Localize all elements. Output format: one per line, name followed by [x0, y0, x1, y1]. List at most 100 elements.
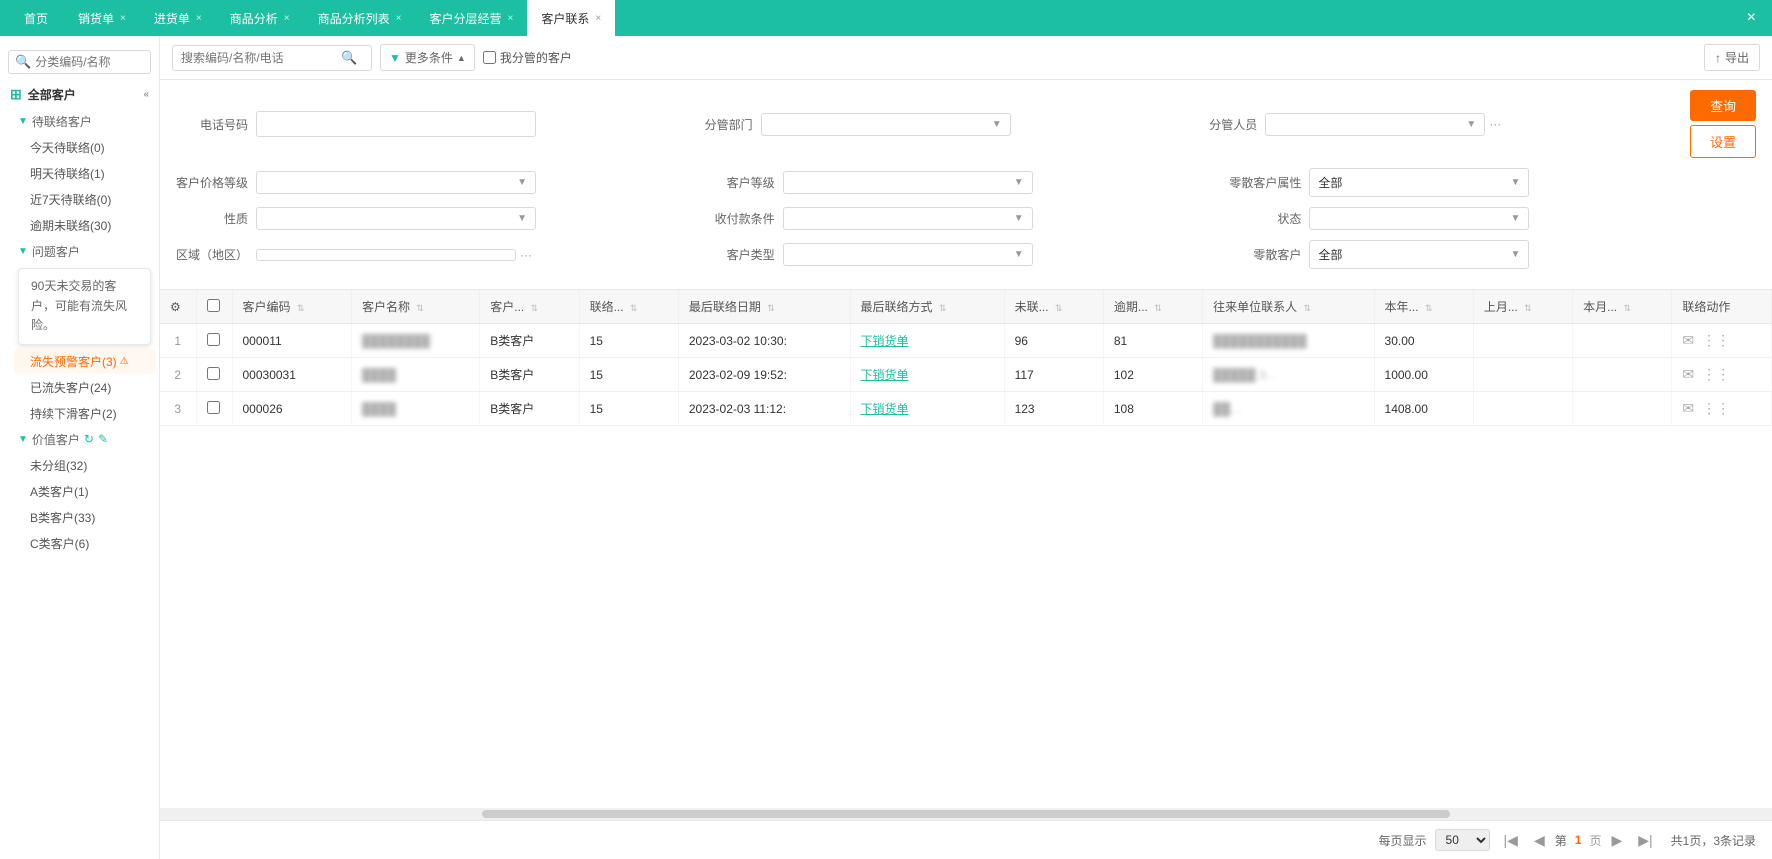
sidebar-search-box[interactable]: 🔍: [8, 50, 151, 74]
th-gear[interactable]: ⚙: [160, 290, 196, 324]
sidebar-item-overdue[interactable]: 逾期未联络(30): [14, 213, 155, 238]
region-more-button[interactable]: ···: [516, 248, 536, 262]
sidebar-search-input[interactable]: [35, 55, 144, 69]
more-action-icon-1[interactable]: ⋮⋮: [1702, 332, 1730, 349]
last-date-sort-icon[interactable]: ⇅: [767, 303, 775, 313]
page-size-select[interactable]: 50 20 100: [1435, 829, 1490, 851]
close-customer-contact-tab[interactable]: ×: [595, 13, 601, 24]
zero-customer-select[interactable]: 全部 ▼: [1309, 240, 1529, 269]
nav-item-customer-contact[interactable]: 客户联系 ×: [527, 0, 615, 36]
code-sort-icon[interactable]: ⇅: [297, 303, 305, 313]
last-method-link-2[interactable]: 下销货单: [861, 368, 909, 382]
sidebar-item-churned[interactable]: 已流失客户(24): [14, 375, 155, 400]
filter-search-box[interactable]: 🔍: [172, 45, 372, 71]
contact-sort-icon[interactable]: ⇅: [630, 303, 638, 313]
gender-select[interactable]: ▼: [256, 207, 536, 230]
close-analysis-tab[interactable]: ×: [284, 13, 290, 24]
price-level-select[interactable]: ▼: [256, 171, 536, 194]
close-customer-tier-tab[interactable]: ×: [507, 13, 513, 24]
last-method-link-1[interactable]: 下销货单: [861, 334, 909, 348]
status-select[interactable]: ▼: [1309, 207, 1529, 230]
refresh-icon[interactable]: ↻: [84, 432, 94, 446]
person-sort-icon[interactable]: ⇅: [1304, 303, 1312, 313]
top-navigation: 首页 销货单 × 进货单 × 商品分析 × 商品分析列表 × 客户分层经营 × …: [0, 0, 1772, 36]
row-3-checkbox[interactable]: [207, 401, 220, 414]
close-analysis-list-tab[interactable]: ×: [396, 13, 402, 24]
filter-search-button[interactable]: 🔍: [341, 50, 357, 66]
last-month-sort-icon[interactable]: ⇅: [1524, 303, 1532, 313]
person-more-button[interactable]: ···: [1485, 117, 1505, 131]
my-customers-check[interactable]: [483, 51, 496, 64]
last-page-button[interactable]: ▶|: [1632, 830, 1658, 851]
nav-item-sales[interactable]: 销货单 ×: [64, 0, 140, 36]
row-num-1: 1: [160, 324, 196, 358]
row-this-month-1: [1573, 324, 1672, 358]
contact-action-icon-1[interactable]: ✉: [1682, 332, 1694, 349]
overdue-sort-icon[interactable]: ⇅: [1154, 303, 1162, 313]
content-area: 🔍 ▼ 更多条件 ▲ 我分管的客户 ↑ 导出 电话号码: [160, 36, 1772, 859]
row-1-checkbox[interactable]: [207, 333, 220, 346]
last-method-sort-icon[interactable]: ⇅: [939, 303, 947, 313]
contact-action-icon-3[interactable]: ✉: [1682, 400, 1694, 417]
sidebar-item-class-a[interactable]: A类客户(1): [14, 479, 155, 504]
row-last-method-1: 下销货单: [850, 324, 1004, 358]
sidebar-item-7days[interactable]: 近7天待联络(0): [14, 187, 155, 212]
sidebar-item-today[interactable]: 今天待联络(0): [14, 135, 155, 160]
first-page-button[interactable]: |◀: [1498, 830, 1524, 851]
row-actions-2: ✉ ⋮⋮: [1672, 358, 1772, 392]
customers-table: ⚙ 客户编码 ⇅ 客户名称 ⇅: [160, 290, 1772, 426]
next-page-button[interactable]: ▶: [1605, 830, 1628, 851]
filter-search-input[interactable]: [181, 51, 341, 65]
sidebar-item-class-b[interactable]: B类客户(33): [14, 505, 155, 530]
export-button[interactable]: ↑ 导出: [1704, 44, 1760, 71]
sidebar-item-declining[interactable]: 持续下滑客户(2): [14, 401, 155, 426]
this-year-sort-icon[interactable]: ⇅: [1425, 303, 1433, 313]
row-this-year-1: 30.00: [1374, 324, 1473, 358]
nav-item-analysis[interactable]: 商品分析 ×: [216, 0, 304, 36]
more-conditions-button[interactable]: ▼ 更多条件 ▲: [380, 44, 475, 71]
more-action-icon-2[interactable]: ⋮⋮: [1702, 366, 1730, 383]
phone-input[interactable]: [256, 111, 536, 137]
nav-item-purchase[interactable]: 进货单 ×: [140, 0, 216, 36]
payment-select[interactable]: ▼: [783, 207, 1033, 230]
customer-type-select[interactable]: ▼: [783, 243, 1033, 266]
my-customers-checkbox[interactable]: 我分管的客户: [483, 49, 572, 66]
select-all-checkbox[interactable]: [207, 299, 220, 312]
close-sales-tab[interactable]: ×: [120, 13, 126, 24]
type-sort-icon[interactable]: ⇅: [531, 303, 539, 313]
this-month-sort-icon[interactable]: ⇅: [1623, 303, 1631, 313]
value-customers-title[interactable]: ▼ 价值客户 ↻ ✎: [10, 427, 159, 452]
unlink-sort-icon[interactable]: ⇅: [1055, 303, 1063, 313]
prev-page-button[interactable]: ◀: [1528, 830, 1551, 851]
query-button[interactable]: 查询: [1690, 90, 1756, 121]
contact-action-icon-2[interactable]: ✉: [1682, 366, 1694, 383]
all-customers-header[interactable]: ⊞ 全部客户 «: [0, 80, 159, 109]
horizontal-scrollbar[interactable]: [160, 808, 1772, 820]
filter-row-1: 电话号码 分管部门 ▼ 分管人员 ▼ ···: [176, 90, 1756, 158]
problem-customers-title[interactable]: ▼ 问题客户: [10, 239, 159, 264]
zero-attr-select[interactable]: 全部 ▼: [1309, 168, 1529, 197]
close-purchase-tab[interactable]: ×: [196, 13, 202, 24]
nav-item-analysis-list[interactable]: 商品分析列表 ×: [304, 0, 416, 36]
customer-level-select[interactable]: ▼: [783, 171, 1033, 194]
sidebar-item-ungrouped[interactable]: 未分组(32): [14, 453, 155, 478]
edit-icon[interactable]: ✎: [98, 432, 108, 446]
sidebar: 🔍 ⊞ 全部客户 « ▼ 待联络客户 今天待联络(0) 明天待联络(1) 近7天…: [0, 36, 160, 859]
more-action-icon-3[interactable]: ⋮⋮: [1702, 400, 1730, 417]
settings-button[interactable]: 设置: [1690, 125, 1756, 158]
sidebar-item-churn-warning[interactable]: 流失预警客户(3) ⚠: [14, 349, 155, 374]
sidebar-item-tomorrow[interactable]: 明天待联络(1): [14, 161, 155, 186]
dept-select[interactable]: ▼: [761, 113, 1011, 136]
nav-item-home[interactable]: 首页: [8, 0, 64, 36]
last-method-link-3[interactable]: 下销货单: [861, 402, 909, 416]
scrollbar-thumb[interactable]: [482, 810, 1449, 818]
pending-contact-title[interactable]: ▼ 待联络客户: [10, 109, 159, 134]
row-2-checkbox[interactable]: [207, 367, 220, 380]
table-settings-icon[interactable]: ⚙: [170, 300, 181, 314]
sidebar-item-class-c[interactable]: C类客户(6): [14, 531, 155, 556]
person-select[interactable]: ▼: [1265, 113, 1485, 136]
nav-item-customer-tier[interactable]: 客户分层经营 ×: [415, 0, 527, 36]
window-close-button[interactable]: ×: [1739, 9, 1764, 27]
region-select[interactable]: [256, 249, 516, 261]
name-sort-icon[interactable]: ⇅: [416, 303, 424, 313]
